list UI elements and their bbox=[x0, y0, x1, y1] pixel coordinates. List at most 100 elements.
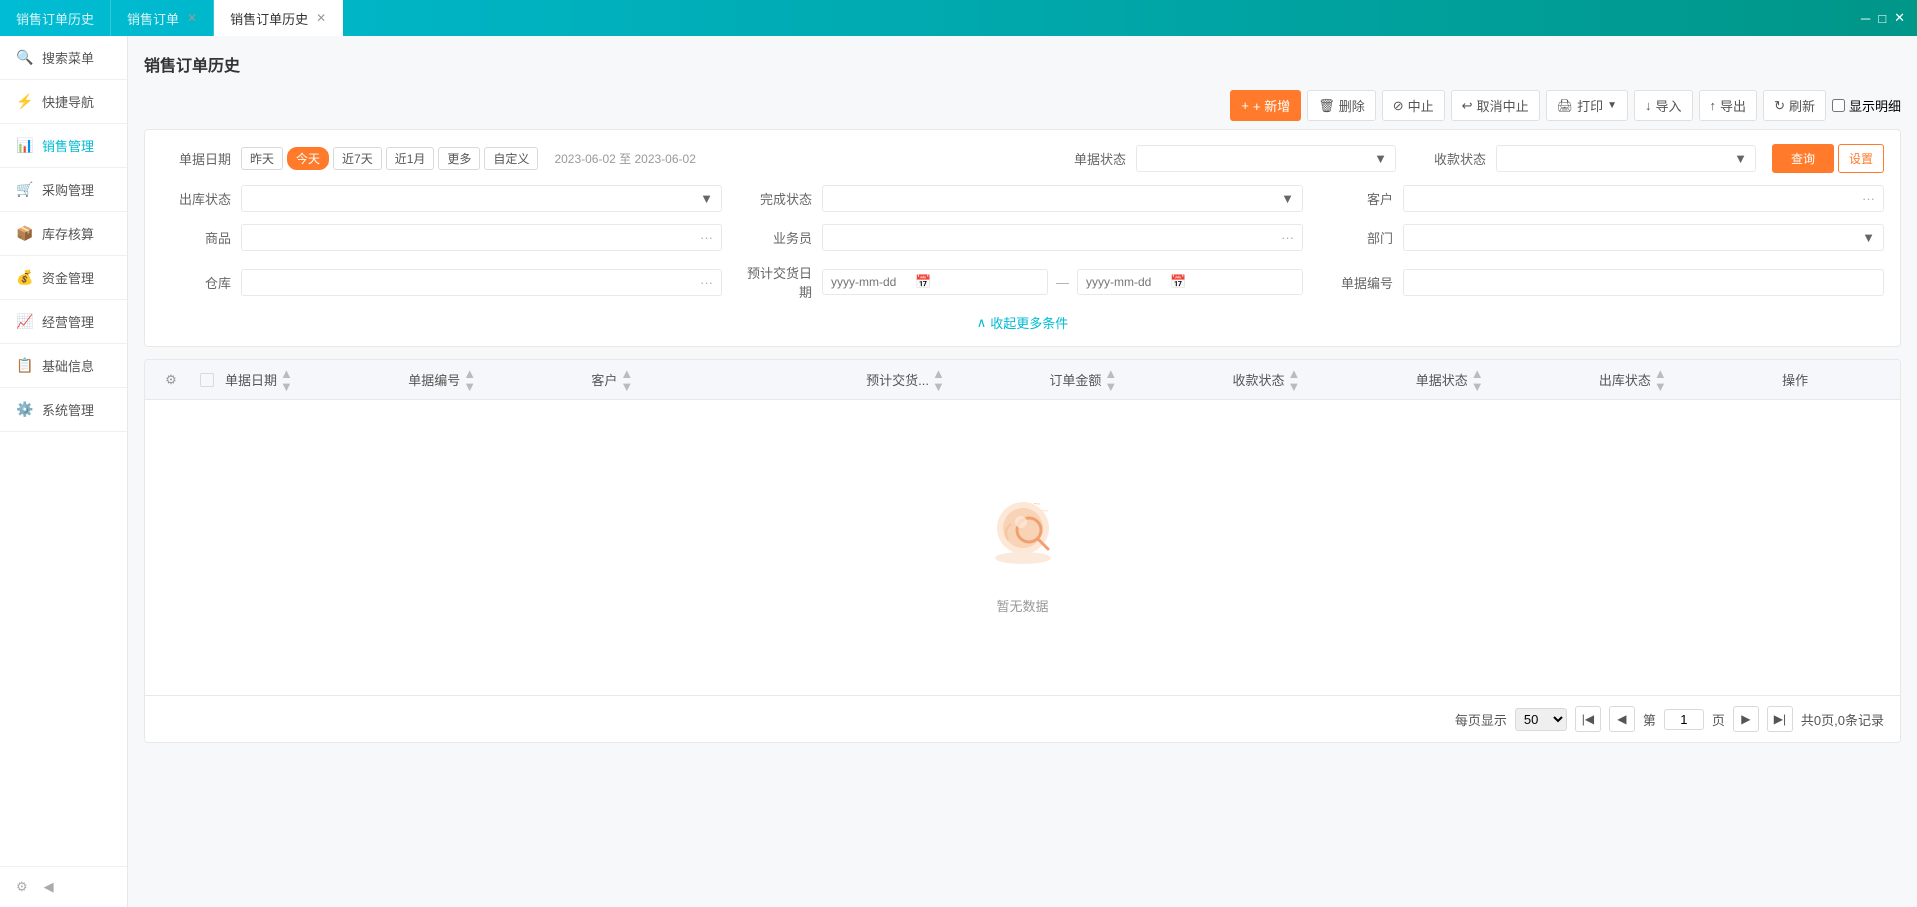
tab-sales-order-label: 销售订单 bbox=[127, 9, 179, 28]
pay-status-dropdown-icon: ▼ bbox=[1734, 151, 1747, 166]
page-number-input[interactable] bbox=[1664, 709, 1704, 730]
sidebar-label-system-mgmt: 系统管理 bbox=[42, 400, 94, 419]
page-size-select[interactable]: 20 50 100 bbox=[1515, 708, 1567, 731]
sidebar-label-inventory-calc: 库存核算 bbox=[42, 224, 94, 243]
product-input[interactable]: ··· bbox=[241, 224, 722, 251]
customer-input[interactable]: ··· bbox=[1403, 185, 1884, 212]
product-field: ··· bbox=[241, 224, 722, 251]
col-header-pay-status[interactable]: 收款状态 ▲▼ bbox=[1233, 367, 1416, 393]
date-btn-custom[interactable]: 自定义 bbox=[484, 147, 538, 170]
display-detail-input[interactable] bbox=[1832, 99, 1845, 112]
sort-date-icon: ▲▼ bbox=[280, 367, 293, 393]
completion-status-select[interactable]: ▼ bbox=[822, 185, 1303, 212]
expected-delivery-field: 📅 — 📅 bbox=[822, 269, 1303, 295]
page-first-button[interactable]: |◀ bbox=[1575, 706, 1601, 732]
tab-sales-order-history-label: 销售订单历史 bbox=[230, 9, 308, 28]
pay-status-label: 收款状态 bbox=[1416, 149, 1496, 168]
delivery-date-end-input[interactable] bbox=[1086, 275, 1166, 289]
sidebar-item-operations-mgmt[interactable]: 📈 经营管理 bbox=[0, 300, 127, 344]
sidebar-label-basic-info: 基础信息 bbox=[42, 356, 94, 375]
toolbar: + + 新增 🗑 删除 ⊘ 中止 ↩ 取消中止 🖨 打印 ▼ ↓ bbox=[144, 90, 1901, 121]
tab-sales-order-close[interactable]: ✕ bbox=[187, 11, 197, 25]
sidebar-collapse-icon[interactable]: ◀ bbox=[44, 879, 54, 895]
export-button[interactable]: ↑ 导出 bbox=[1699, 90, 1758, 121]
query-button[interactable]: 查询 bbox=[1772, 144, 1834, 173]
search-menu-icon: 🔍 bbox=[16, 49, 34, 67]
sidebar-item-purchase-mgmt[interactable]: 🛒 采购管理 bbox=[0, 168, 127, 212]
table-settings-icon[interactable]: ⚙ bbox=[153, 372, 189, 388]
customer-label: 客户 bbox=[1323, 189, 1403, 208]
display-detail-checkbox[interactable]: 显示明细 bbox=[1832, 96, 1901, 115]
tab-sales-order-history-close[interactable]: ✕ bbox=[316, 11, 326, 25]
dept-select[interactable]: ▼ bbox=[1403, 224, 1884, 251]
sales-rep-input[interactable]: ··· bbox=[822, 224, 1303, 251]
col-header-order-status[interactable]: 单据状态 ▲▼ bbox=[1416, 367, 1599, 393]
col-header-no[interactable]: 单据编号 ▲▼ bbox=[408, 367, 591, 393]
sidebar-item-system-mgmt[interactable]: ⚙️ 系统管理 bbox=[0, 388, 127, 432]
date-btn-1month[interactable]: 近1月 bbox=[386, 147, 435, 170]
tab-sales-order[interactable]: 销售订单 ✕ bbox=[111, 0, 214, 36]
out-status-select[interactable]: ▼ bbox=[241, 185, 722, 212]
col-header-delivery[interactable]: 预计交货... ▲▼ bbox=[866, 367, 1049, 393]
order-status-select[interactable]: ▼ bbox=[1136, 145, 1396, 172]
pay-status-select[interactable]: ▼ bbox=[1496, 145, 1756, 172]
date-btn-today[interactable]: 今天 bbox=[287, 147, 329, 170]
page-prev-button[interactable]: ◀ bbox=[1609, 706, 1635, 732]
date-field: 昨天 今天 近7天 近1月 更多 自定义 2023-06-02 至 2023-0… bbox=[241, 147, 1036, 170]
filter-panel: 单据日期 昨天 今天 近7天 近1月 更多 自定义 2023-06-02 至 2… bbox=[144, 129, 1901, 347]
delete-button[interactable]: 🗑 删除 bbox=[1307, 90, 1376, 121]
sidebar-item-search-menu[interactable]: 🔍 搜索菜单 bbox=[0, 36, 127, 80]
page-last-button[interactable]: ▶| bbox=[1767, 706, 1793, 732]
add-icon: + bbox=[1241, 98, 1249, 113]
sidebar-item-inventory-calc[interactable]: 📦 库存核算 bbox=[0, 212, 127, 256]
refresh-button[interactable]: ↻ 刷新 bbox=[1763, 90, 1826, 121]
table-select-all-checkbox[interactable] bbox=[189, 373, 225, 387]
refresh-icon: ↻ bbox=[1774, 98, 1785, 114]
import-button[interactable]: ↓ 导入 bbox=[1634, 90, 1693, 121]
completion-status-field: ▼ bbox=[822, 185, 1303, 212]
date-btn-yesterday[interactable]: 昨天 bbox=[241, 147, 283, 170]
filter-row-status: 出库状态 ▼ 完成状态 ▼ 客户 bbox=[161, 185, 1884, 212]
settings-filter-button[interactable]: 设置 bbox=[1838, 144, 1884, 173]
window-max-button[interactable]: □ bbox=[1878, 11, 1886, 26]
cancel-stop-button[interactable]: ↩ 取消中止 bbox=[1451, 90, 1540, 121]
col-header-amount[interactable]: 订单金额 ▲▼ bbox=[1049, 367, 1232, 393]
collapse-bar[interactable]: ∧ 收起更多条件 bbox=[161, 313, 1884, 332]
warehouse-input[interactable]: ··· bbox=[241, 269, 722, 296]
sidebar-bottom: ⚙ ◀ bbox=[0, 866, 127, 907]
tab-sales-order-history[interactable]: 销售订单历史 ✕ bbox=[214, 0, 343, 36]
date-btn-more[interactable]: 更多 bbox=[438, 147, 480, 170]
out-status-label: 出库状态 bbox=[161, 189, 241, 208]
sidebar-item-finance-mgmt[interactable]: 💰 资金管理 bbox=[0, 256, 127, 300]
print-button[interactable]: 🖨 打印 ▼ bbox=[1546, 90, 1628, 121]
col-header-out-status[interactable]: 出库状态 ▲▼ bbox=[1599, 367, 1782, 393]
sales-mgmt-icon: 📊 bbox=[16, 137, 34, 155]
sidebar-settings-icon[interactable]: ⚙ bbox=[16, 879, 28, 895]
add-button[interactable]: + + 新增 bbox=[1230, 90, 1301, 121]
delivery-end-calendar-icon[interactable]: 📅 bbox=[1170, 274, 1186, 290]
sidebar-item-quick-nav[interactable]: ⚡ 快捷导航 bbox=[0, 80, 127, 124]
col-header-customer[interactable]: 客户 ▲▼ bbox=[591, 367, 866, 393]
delivery-date-start[interactable]: 📅 bbox=[822, 269, 1048, 295]
window-min-button[interactable]: ─ bbox=[1861, 11, 1870, 26]
dept-label: 部门 bbox=[1323, 228, 1403, 247]
page-next-button[interactable]: ▶ bbox=[1733, 706, 1759, 732]
order-no-label: 单据编号 bbox=[1323, 273, 1403, 292]
sidebar-item-basic-info[interactable]: 📋 基础信息 bbox=[0, 344, 127, 388]
sidebar-item-sales-mgmt[interactable]: 📊 销售管理 bbox=[0, 124, 127, 168]
delivery-start-calendar-icon[interactable]: 📅 bbox=[915, 274, 931, 290]
warehouse-field: ··· bbox=[241, 269, 722, 296]
out-status-dropdown-icon: ▼ bbox=[700, 191, 713, 206]
date-btn-7days[interactable]: 近7天 bbox=[333, 147, 382, 170]
order-status-label: 单据状态 bbox=[1056, 149, 1136, 168]
window-close-button[interactable]: ✕ bbox=[1894, 10, 1905, 26]
order-no-input[interactable] bbox=[1403, 269, 1884, 296]
sales-rep-field: ··· bbox=[822, 224, 1303, 251]
dept-field: ▼ bbox=[1403, 224, 1884, 251]
stop-button[interactable]: ⊘ 中止 bbox=[1382, 90, 1445, 121]
delivery-date-start-input[interactable] bbox=[831, 275, 911, 289]
col-header-date[interactable]: 单据日期 ▲▼ bbox=[225, 367, 408, 393]
delivery-date-end[interactable]: 📅 bbox=[1077, 269, 1303, 295]
pay-status-field: ▼ bbox=[1496, 145, 1756, 172]
tab-home[interactable]: 销售订单历史 bbox=[0, 0, 111, 36]
